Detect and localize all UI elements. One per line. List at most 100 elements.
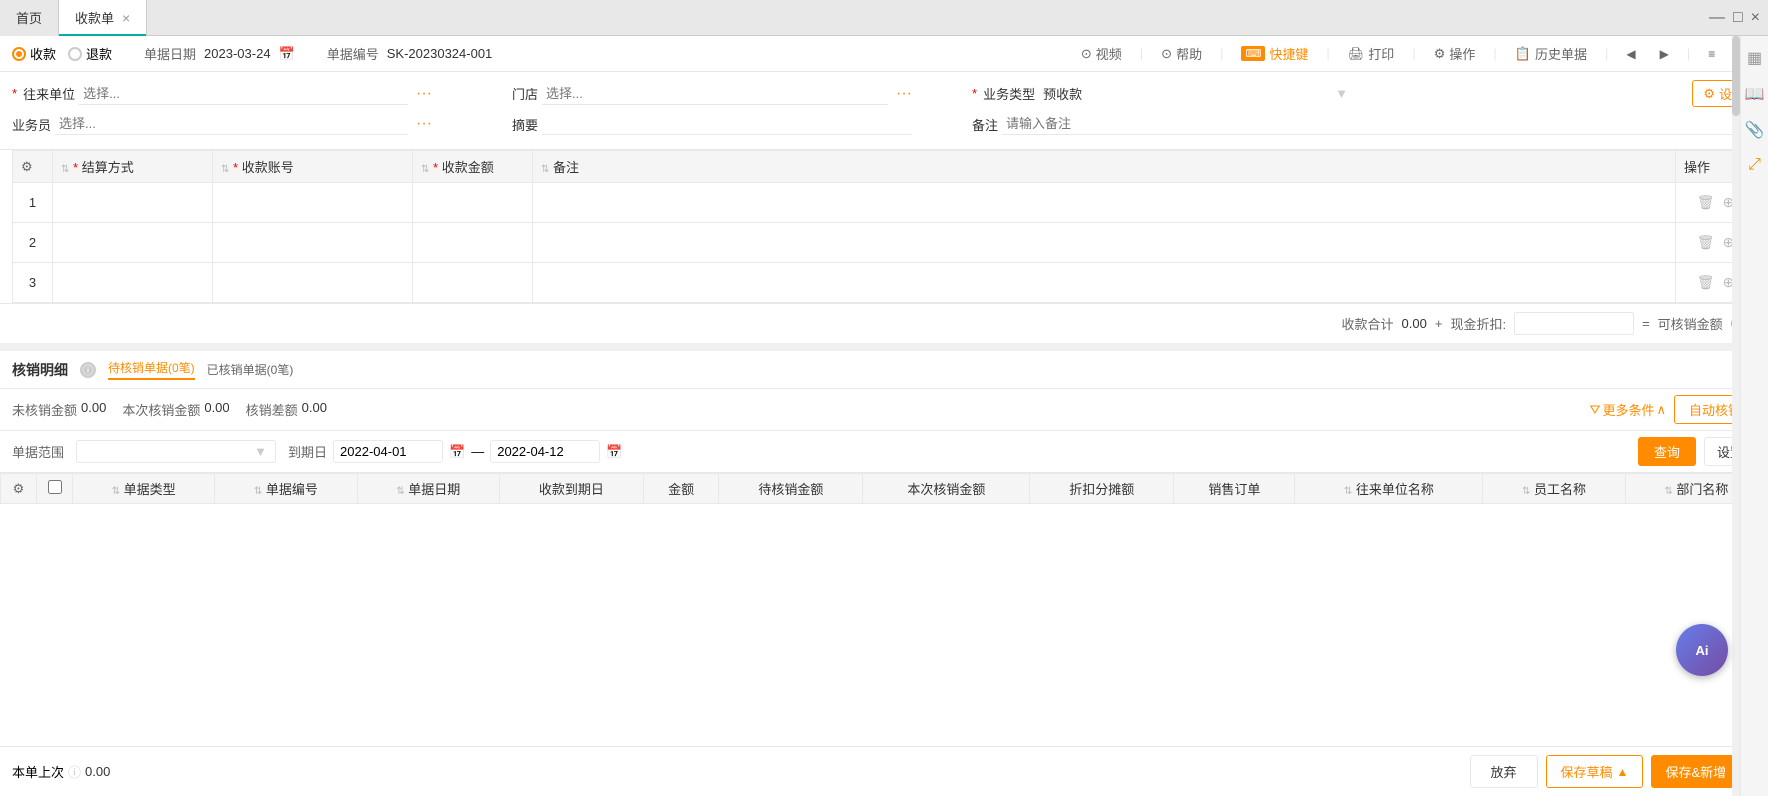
sidebar-clip-icon[interactable]: 📎: [1741, 116, 1768, 144]
row-remark-3[interactable]: [533, 263, 1676, 303]
delete-icon-3[interactable]: 🗑: [1697, 274, 1715, 291]
number-value: SK-20230324-001: [387, 46, 493, 61]
recon-table: ⚙ ⇅ 单据类型 ⇅ 单据编号: [0, 473, 1768, 504]
th-counterpart-label: 往来单位名称: [1356, 482, 1434, 497]
discount-input[interactable]: [1514, 312, 1634, 335]
row-num-1: 1: [13, 183, 53, 223]
more-conditions-label: 更多条件: [1602, 400, 1654, 419]
ai-label: Ai: [1696, 643, 1709, 658]
recon-info-icon[interactable]: ⓘ: [80, 362, 96, 378]
operation-label: 操作: [1449, 44, 1475, 63]
row-amount-3[interactable]: [413, 263, 533, 303]
row-remark-2[interactable]: [533, 223, 1676, 263]
history-icon: 📋: [1515, 46, 1531, 62]
counterpart-more-icon[interactable]: ···: [416, 85, 432, 103]
summary-input[interactable]: [542, 113, 912, 135]
calendar-to-icon[interactable]: 📅: [606, 444, 622, 460]
tab-home[interactable]: 首页: [0, 0, 59, 36]
more-conditions-btn[interactable]: ⛛ 更多条件 ∧: [1590, 400, 1666, 419]
remark-input[interactable]: [1002, 113, 1756, 135]
history-label: 历史单据: [1535, 44, 1587, 63]
row-amount-1[interactable]: [413, 183, 533, 223]
recon-gear-icon[interactable]: ⚙: [13, 481, 25, 496]
counterpart-field: * 往来单位 ···: [12, 83, 432, 105]
store-field: 门店 ···: [512, 83, 912, 105]
bottom-info-icon[interactable]: ⓘ: [68, 762, 81, 781]
save-draft-button[interactable]: 保存草稿 ▲: [1546, 755, 1644, 788]
staff-input[interactable]: [55, 113, 408, 135]
row-account-3[interactable]: [213, 263, 413, 303]
scroll-thumb[interactable]: [1732, 36, 1740, 116]
nav-next-btn[interactable]: ▶: [1654, 45, 1675, 63]
radio-refund-circle: [68, 47, 82, 61]
table-gear-icon[interactable]: ⚙: [21, 159, 33, 174]
tab-active-receive[interactable]: 收款单 ×: [59, 0, 147, 36]
recon-tab-done[interactable]: 已核销单据(0笔): [207, 361, 294, 378]
row-amount-2[interactable]: [413, 223, 533, 263]
date-label: 单据日期: [144, 44, 196, 63]
business-type-dropdown[interactable]: 预收款 ▼: [1039, 81, 1352, 106]
dropdown-arrow-icon: ▼: [1335, 86, 1348, 101]
unchecked-label: 未核销金额: [12, 400, 77, 419]
range-dropdown[interactable]: ▼: [76, 440, 276, 463]
th-discount-label: 折扣分摊额: [1069, 482, 1134, 497]
select-all-checkbox[interactable]: [48, 480, 62, 494]
row-remark-1[interactable]: [533, 183, 1676, 223]
history-btn[interactable]: 📋 历史单据: [1509, 42, 1593, 65]
counterpart-input[interactable]: [79, 83, 408, 105]
th-sales-label: 销售订单: [1208, 482, 1260, 497]
main-section: 收款 退款 单据日期 2023-03-24 📅 单据编号 SK-20230324…: [0, 36, 1768, 796]
discount-label: 现金折扣:: [1450, 314, 1506, 333]
th-sales: 销售订单: [1174, 474, 1295, 504]
minimize-icon[interactable]: —: [1709, 9, 1725, 27]
print-btn[interactable]: 🖨 打印: [1342, 42, 1401, 65]
video-btn[interactable]: ⊙ 视频: [1075, 42, 1128, 65]
data-table: ⚙ ⇅ * 结算方式 ⇅ * 收款账号 ⇅: [12, 150, 1756, 303]
sidebar-expand-icon[interactable]: ⤢: [1744, 152, 1765, 178]
date-to-input[interactable]: [490, 440, 600, 463]
radio-refund[interactable]: 退款: [68, 44, 112, 63]
row-account-2[interactable]: [213, 223, 413, 263]
ai-button[interactable]: Ai: [1676, 624, 1728, 676]
delete-icon-1[interactable]: 🗑: [1697, 194, 1715, 211]
shortcut-btn[interactable]: ⌨ 快捷键: [1235, 42, 1314, 65]
store-input[interactable]: [542, 83, 888, 105]
due-date-label: 到期日: [288, 442, 327, 461]
row-settle-1[interactable]: [53, 183, 213, 223]
nav-prev-btn[interactable]: ◀: [1620, 45, 1641, 63]
right-sidebar: ▦ 📖 📎 ⤢: [1740, 36, 1768, 796]
current-value: 0.00: [204, 400, 229, 419]
row-settle-2[interactable]: [53, 223, 213, 263]
recon-tab-pending[interactable]: 待核销单据(0笔): [108, 359, 195, 380]
calendar-icon[interactable]: 📅: [279, 46, 295, 62]
window-close-icon[interactable]: ×: [1751, 9, 1760, 27]
business-type-field: * 业务类型 预收款 ▼: [972, 81, 1352, 106]
bottom-value: 0.00: [85, 764, 110, 779]
staff-more-icon[interactable]: ···: [416, 115, 432, 133]
sidebar-table-icon[interactable]: ▦: [1743, 44, 1766, 72]
th-type: ⇅ 单据类型: [73, 474, 215, 504]
query-button[interactable]: 查询: [1638, 437, 1696, 466]
operation-btn[interactable]: ⚙ 操作: [1428, 42, 1482, 65]
maximize-icon[interactable]: □: [1733, 9, 1743, 27]
radio-receive[interactable]: 收款: [12, 44, 56, 63]
th-due: 收款到期日: [499, 474, 643, 504]
plus-sign: +: [1435, 316, 1443, 331]
abandon-button[interactable]: 放弃: [1470, 755, 1538, 788]
th-checkbox: [37, 474, 73, 504]
table-row: 3 🗑 ⊕: [13, 263, 1756, 303]
row-account-1[interactable]: [213, 183, 413, 223]
date-from-input[interactable]: [333, 440, 443, 463]
calendar-from-icon[interactable]: 📅: [449, 444, 465, 460]
tab-bar: 首页 收款单 × — □ ×: [0, 0, 1768, 36]
total-label: 收款合计: [1342, 314, 1394, 333]
delete-icon-2[interactable]: 🗑: [1697, 234, 1715, 251]
th-type-label: 单据类型: [124, 482, 176, 497]
help-btn[interactable]: ⊙ 帮助: [1155, 42, 1208, 65]
list-view-btn[interactable]: ≡: [1702, 45, 1721, 63]
tab-close-icon[interactable]: ×: [122, 10, 130, 26]
row-settle-3[interactable]: [53, 263, 213, 303]
th-amt: 金额: [643, 474, 719, 504]
store-more-icon[interactable]: ···: [896, 85, 912, 103]
sidebar-book-icon[interactable]: 📖: [1741, 80, 1768, 108]
